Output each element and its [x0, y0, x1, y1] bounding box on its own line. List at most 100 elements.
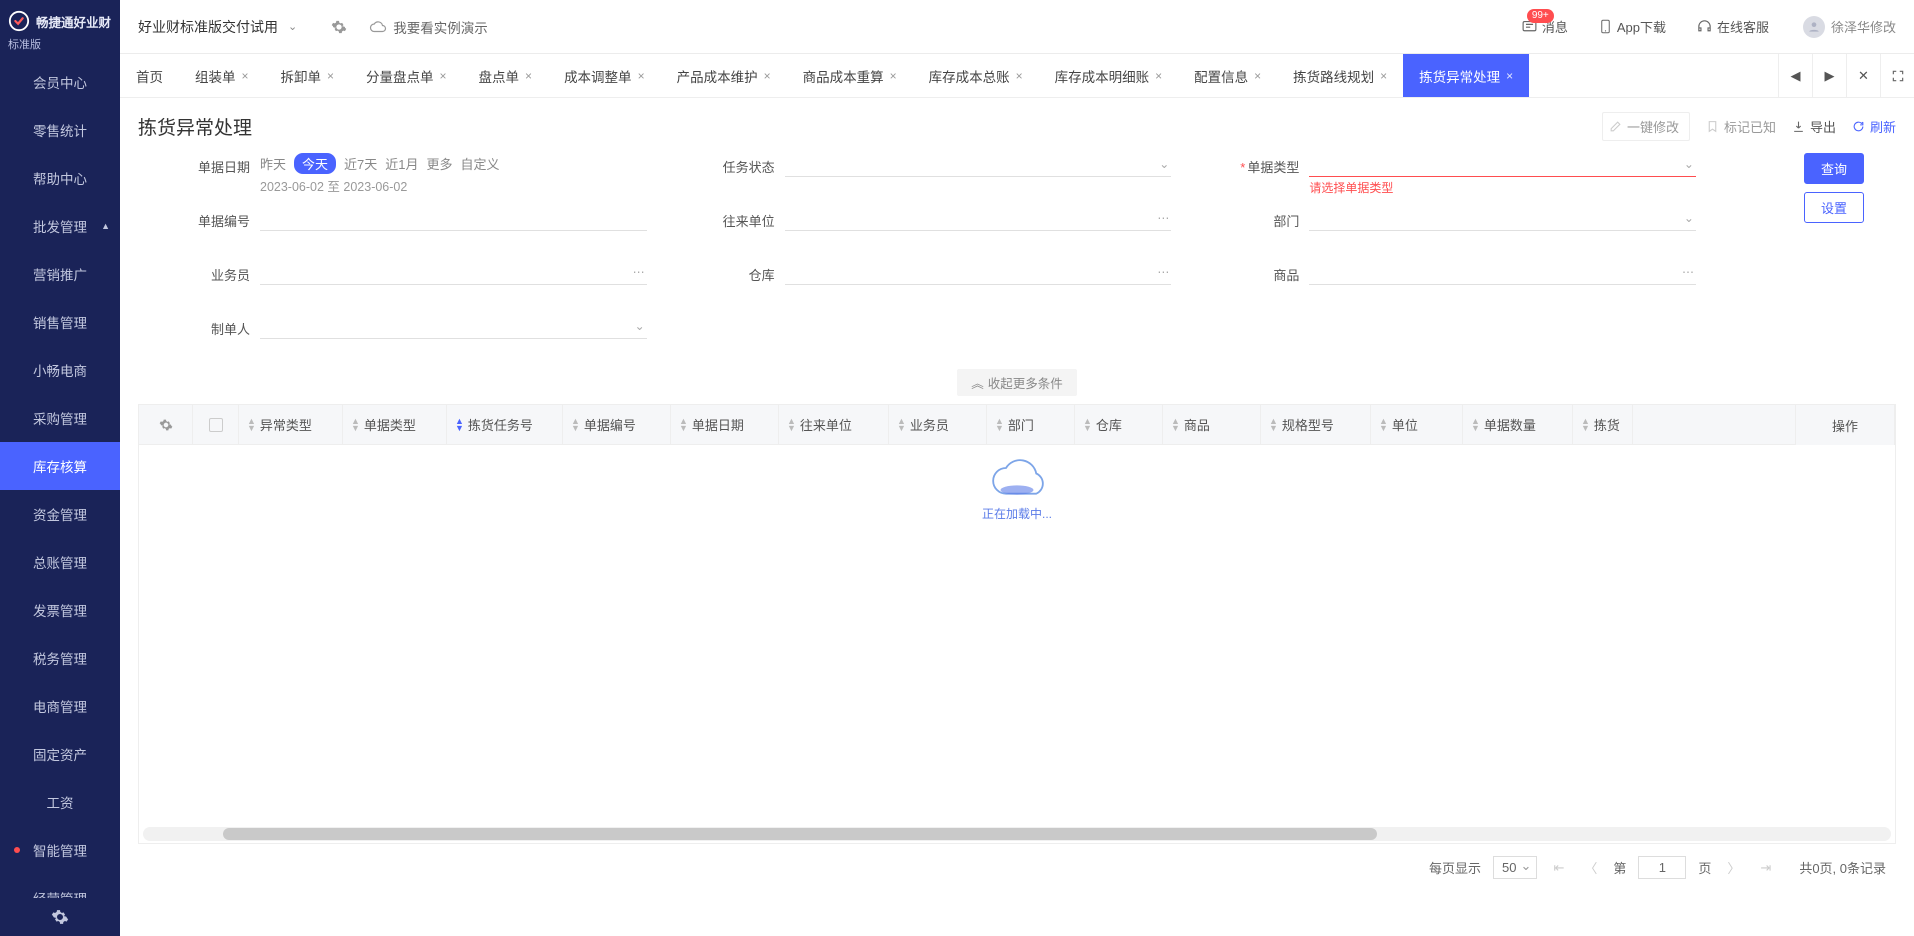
column-header[interactable]: ▲▼商品 — [1163, 405, 1261, 444]
column-header[interactable]: ▲▼仓库 — [1075, 405, 1163, 444]
sidebar-item[interactable]: 经营管理 — [0, 874, 120, 898]
column-header[interactable]: ▲▼异常类型 — [239, 405, 343, 444]
sidebar-item[interactable]: 采购管理 — [0, 394, 120, 442]
sidebar-item[interactable]: 工资 — [0, 778, 120, 826]
creator-select[interactable]: ⌄ — [260, 315, 647, 339]
product-lookup[interactable]: ⋯ — [1309, 261, 1696, 285]
tab[interactable]: 库存成本明细账× — [1039, 54, 1179, 97]
horizontal-scrollbar[interactable] — [143, 827, 1891, 841]
row-settings-col[interactable] — [139, 405, 193, 444]
task-status-select[interactable]: ⌄ — [785, 153, 1172, 177]
tab-close-icon[interactable]: × — [440, 69, 447, 83]
tabs-close-all[interactable]: ✕ — [1846, 54, 1880, 98]
tab[interactable]: 首页 — [120, 54, 179, 97]
tab-close-icon[interactable]: × — [1506, 69, 1513, 83]
query-button[interactable]: 查询 — [1804, 153, 1864, 184]
sidebar-item[interactable]: 营销推广 — [0, 250, 120, 298]
sidebar-item[interactable]: 固定资产 — [0, 730, 120, 778]
app-download-button[interactable]: App下载 — [1590, 13, 1674, 40]
sidebar-item[interactable]: 智能管理 — [0, 826, 120, 874]
column-header[interactable]: ▲▼规格型号 — [1261, 405, 1371, 444]
tab[interactable]: 库存成本总账× — [913, 54, 1039, 97]
page-input[interactable]: 1 — [1638, 856, 1686, 879]
sidebar-item[interactable]: 发票管理 — [0, 586, 120, 634]
partner-lookup[interactable]: ⋯ — [785, 207, 1172, 231]
date-chip[interactable]: 近7天 — [344, 154, 377, 173]
tab[interactable]: 盘点单× — [463, 54, 549, 97]
sidebar-item[interactable]: 零售统计 — [0, 106, 120, 154]
sidebar-item[interactable]: 销售管理 — [0, 298, 120, 346]
user-menu[interactable]: 徐泽华修改 — [1791, 16, 1896, 38]
tab[interactable]: 拣货异常处理× — [1403, 54, 1529, 97]
column-header[interactable]: ▲▼业务员 — [889, 405, 987, 444]
sidebar-item[interactable]: 资金管理 — [0, 490, 120, 538]
tab-close-icon[interactable]: × — [1155, 69, 1162, 83]
bulk-edit-button[interactable]: 一键修改 — [1602, 112, 1690, 141]
date-chip[interactable]: 自定义 — [461, 154, 500, 173]
page-next[interactable]: 〉 — [1723, 858, 1744, 877]
date-chip[interactable]: 昨天 — [260, 154, 286, 173]
tabs-fullscreen[interactable] — [1880, 54, 1914, 98]
tab[interactable]: 成本调整单× — [548, 54, 661, 97]
settings-button[interactable]: 设置 — [1804, 192, 1864, 223]
select-all-col[interactable] — [193, 405, 239, 444]
column-header[interactable]: ▲▼拣货任务号 — [447, 405, 563, 444]
sidebar-item[interactable]: 库存核算 — [0, 442, 120, 490]
column-header[interactable]: ▲▼单据类型 — [343, 405, 447, 444]
page-prev[interactable]: 〈 — [1580, 858, 1601, 877]
tab-close-icon[interactable]: × — [890, 69, 897, 83]
column-header[interactable]: ▲▼单位 — [1371, 405, 1463, 444]
per-page-select[interactable]: 50 — [1493, 856, 1537, 879]
tab-close-icon[interactable]: × — [242, 69, 249, 83]
scrollbar-thumb[interactable] — [223, 828, 1377, 840]
dept-select[interactable]: ⌄ — [1309, 207, 1696, 231]
tab-close-icon[interactable]: × — [764, 69, 771, 83]
tab-close-icon[interactable]: × — [1380, 69, 1387, 83]
refresh-button[interactable]: 刷新 — [1852, 117, 1896, 136]
sidebar-item[interactable]: 税务管理 — [0, 634, 120, 682]
doc-no-input[interactable] — [260, 207, 647, 231]
tab[interactable]: 商品成本重算× — [787, 54, 913, 97]
doc-type-select[interactable]: ⌄ — [1309, 153, 1696, 177]
tab-close-icon[interactable]: × — [525, 69, 532, 83]
tab[interactable]: 分量盘点单× — [350, 54, 463, 97]
messages-button[interactable]: 99+ 消息 — [1513, 13, 1576, 40]
tab[interactable]: 拆卸单× — [265, 54, 351, 97]
tab-close-icon[interactable]: × — [638, 69, 645, 83]
salesperson-lookup[interactable]: ⋯ — [260, 261, 647, 285]
tab-close-icon[interactable]: × — [1254, 69, 1261, 83]
page-last[interactable]: ⇥ — [1756, 860, 1775, 876]
sidebar-item[interactable]: 电商管理 — [0, 682, 120, 730]
column-header[interactable]: ▲▼单据日期 — [671, 405, 779, 444]
tab[interactable]: 产品成本维护× — [661, 54, 787, 97]
date-chip[interactable]: 今天 — [294, 153, 336, 174]
page-first[interactable]: ⇤ — [1549, 860, 1568, 876]
support-button[interactable]: 在线客服 — [1688, 13, 1777, 40]
sidebar-item[interactable]: 小畅电商 — [0, 346, 120, 394]
sidebar-item[interactable]: 帮助中心 — [0, 154, 120, 202]
tab[interactable]: 组装单× — [179, 54, 265, 97]
product-switcher[interactable]: 好业财标准版交付试用 ⌄ — [138, 17, 309, 37]
export-button[interactable]: 导出 — [1792, 117, 1836, 136]
date-chip[interactable]: 近1月 — [385, 154, 418, 173]
tab-close-icon[interactable]: × — [1016, 69, 1023, 83]
date-chip[interactable]: 更多 — [427, 154, 453, 173]
column-header[interactable]: ▲▼往来单位 — [779, 405, 889, 444]
tab[interactable]: 拣货路线规划× — [1277, 54, 1403, 97]
column-header[interactable]: ▲▼单据编号 — [563, 405, 671, 444]
mark-known-button[interactable]: 标记已知 — [1706, 117, 1776, 136]
sidebar-item[interactable]: 会员中心 — [0, 58, 120, 106]
column-header[interactable]: ▲▼单据数量 — [1463, 405, 1573, 444]
tab[interactable]: 配置信息× — [1178, 54, 1277, 97]
tabs-scroll-right[interactable]: ▶ — [1812, 54, 1846, 98]
column-header[interactable]: ▲▼部门 — [987, 405, 1075, 444]
column-header[interactable]: ▲▼拣货 — [1573, 405, 1633, 444]
sidebar-settings-icon[interactable] — [51, 908, 69, 926]
sidebar-item[interactable]: 批发管理 — [0, 202, 120, 250]
header-gear-button[interactable] — [323, 15, 355, 39]
collapse-filters-button[interactable]: ︽ 收起更多条件 — [957, 369, 1077, 396]
warehouse-lookup[interactable]: ⋯ — [785, 261, 1172, 285]
tabs-scroll-left[interactable]: ◀ — [1778, 54, 1812, 98]
sidebar-item[interactable]: 总账管理 — [0, 538, 120, 586]
demo-link[interactable]: 我要看实例演示 — [369, 17, 488, 37]
